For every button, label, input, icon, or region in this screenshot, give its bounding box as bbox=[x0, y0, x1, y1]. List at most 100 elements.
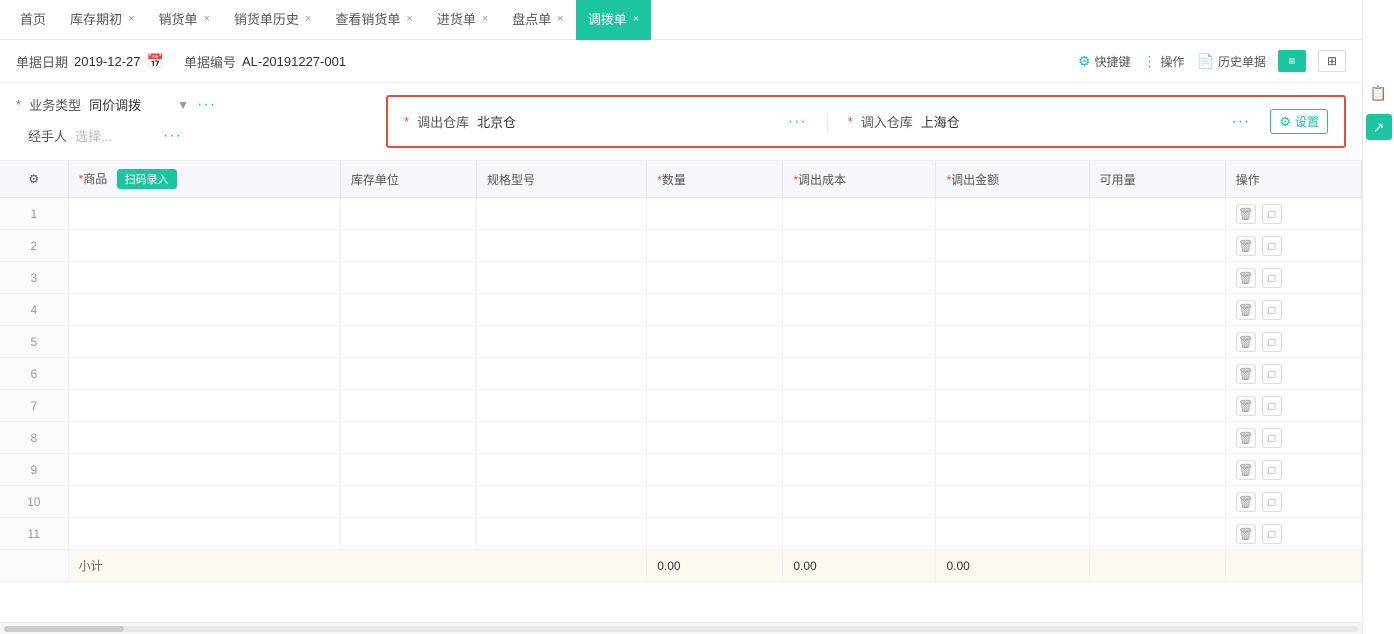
tab-purchase-close[interactable]: × bbox=[482, 13, 488, 25]
row-amount-cell[interactable] bbox=[936, 326, 1089, 358]
row-cost-cell[interactable] bbox=[783, 262, 936, 294]
row-amount-cell[interactable] bbox=[936, 230, 1089, 262]
table-row[interactable]: 11 🗑 □ bbox=[0, 518, 1362, 550]
handler-more-btn[interactable]: ··· bbox=[163, 127, 182, 145]
row-delete-btn[interactable]: 🗑 bbox=[1236, 492, 1256, 512]
scroll-track[interactable] bbox=[4, 626, 1358, 632]
row-available-cell[interactable] bbox=[1089, 454, 1225, 486]
row-spec-cell[interactable] bbox=[477, 454, 647, 486]
row-copy-btn[interactable]: □ bbox=[1262, 236, 1282, 256]
row-product-cell[interactable] bbox=[68, 486, 340, 518]
tab-sales-order-close[interactable]: × bbox=[203, 13, 209, 25]
layout-btn-2[interactable]: ⊞ bbox=[1318, 50, 1346, 72]
row-unit-cell[interactable] bbox=[340, 326, 476, 358]
tab-view-sales-close[interactable]: × bbox=[406, 13, 412, 25]
row-delete-btn[interactable]: 🗑 bbox=[1236, 428, 1256, 448]
row-product-cell[interactable] bbox=[68, 358, 340, 390]
row-spec-cell[interactable] bbox=[477, 390, 647, 422]
row-copy-btn[interactable]: □ bbox=[1262, 396, 1282, 416]
row-qty-cell[interactable] bbox=[647, 390, 783, 422]
row-product-cell[interactable] bbox=[68, 422, 340, 454]
row-spec-cell[interactable] bbox=[477, 486, 647, 518]
row-qty-cell[interactable] bbox=[647, 422, 783, 454]
row-cost-cell[interactable] bbox=[783, 518, 936, 550]
row-unit-cell[interactable] bbox=[340, 422, 476, 454]
row-amount-cell[interactable] bbox=[936, 454, 1089, 486]
scroll-thumb[interactable] bbox=[4, 626, 124, 632]
row-cost-cell[interactable] bbox=[783, 358, 936, 390]
row-delete-btn[interactable]: 🗑 bbox=[1236, 236, 1256, 256]
row-available-cell[interactable] bbox=[1089, 198, 1225, 230]
row-delete-btn[interactable]: 🗑 bbox=[1236, 300, 1256, 320]
row-unit-cell[interactable] bbox=[340, 262, 476, 294]
row-amount-cell[interactable] bbox=[936, 294, 1089, 326]
row-qty-cell[interactable] bbox=[647, 326, 783, 358]
row-delete-btn[interactable]: 🗑 bbox=[1236, 460, 1256, 480]
row-available-cell[interactable] bbox=[1089, 390, 1225, 422]
business-type-value[interactable]: 同价调拨 bbox=[89, 95, 169, 114]
row-spec-cell[interactable] bbox=[477, 230, 647, 262]
row-copy-btn[interactable]: □ bbox=[1262, 300, 1282, 320]
table-row[interactable]: 9 🗑 □ bbox=[0, 454, 1362, 486]
row-qty-cell[interactable] bbox=[647, 486, 783, 518]
warehouse-out-value[interactable]: 北京仓 bbox=[477, 112, 557, 131]
row-qty-cell[interactable] bbox=[647, 518, 783, 550]
row-qty-cell[interactable] bbox=[647, 230, 783, 262]
row-copy-btn[interactable]: □ bbox=[1262, 460, 1282, 480]
row-amount-cell[interactable] bbox=[936, 518, 1089, 550]
settings-button[interactable]: ⚙ 设置 bbox=[1270, 109, 1328, 134]
row-spec-cell[interactable] bbox=[477, 294, 647, 326]
row-delete-btn[interactable]: 🗑 bbox=[1236, 524, 1256, 544]
calendar-icon[interactable]: 📅 bbox=[147, 53, 164, 70]
row-delete-btn[interactable]: 🗑 bbox=[1236, 204, 1256, 224]
sidebar-notes-btn[interactable]: 📋 bbox=[1366, 80, 1392, 106]
table-row[interactable]: 1 🗑 □ bbox=[0, 198, 1362, 230]
row-cost-cell[interactable] bbox=[783, 486, 936, 518]
row-cost-cell[interactable] bbox=[783, 326, 936, 358]
business-type-dropdown-icon[interactable]: ▼ bbox=[177, 98, 189, 112]
row-qty-cell[interactable] bbox=[647, 294, 783, 326]
tab-sales-order[interactable]: 销货单 × bbox=[146, 0, 221, 40]
row-unit-cell[interactable] bbox=[340, 486, 476, 518]
row-amount-cell[interactable] bbox=[936, 262, 1089, 294]
tab-sales-history-close[interactable]: × bbox=[305, 13, 311, 25]
warehouse-in-value[interactable]: 上海仓 bbox=[921, 112, 1001, 131]
row-copy-btn[interactable]: □ bbox=[1262, 428, 1282, 448]
table-row[interactable]: 4 🗑 □ bbox=[0, 294, 1362, 326]
row-unit-cell[interactable] bbox=[340, 294, 476, 326]
row-available-cell[interactable] bbox=[1089, 518, 1225, 550]
row-amount-cell[interactable] bbox=[936, 486, 1089, 518]
row-available-cell[interactable] bbox=[1089, 326, 1225, 358]
row-copy-btn[interactable]: □ bbox=[1262, 492, 1282, 512]
row-unit-cell[interactable] bbox=[340, 454, 476, 486]
row-spec-cell[interactable] bbox=[477, 326, 647, 358]
tab-stocktake-close[interactable]: × bbox=[557, 13, 563, 25]
warehouse-out-more-btn[interactable]: ··· bbox=[788, 113, 807, 131]
row-copy-btn[interactable]: □ bbox=[1262, 524, 1282, 544]
tab-home[interactable]: 首页 bbox=[8, 0, 58, 40]
row-product-cell[interactable] bbox=[68, 518, 340, 550]
row-product-cell[interactable] bbox=[68, 294, 340, 326]
row-copy-btn[interactable]: □ bbox=[1262, 332, 1282, 352]
col-header-settings[interactable]: ⚙ bbox=[0, 161, 68, 198]
row-unit-cell[interactable] bbox=[340, 198, 476, 230]
row-product-cell[interactable] bbox=[68, 326, 340, 358]
table-row[interactable]: 10 🗑 □ bbox=[0, 486, 1362, 518]
row-spec-cell[interactable] bbox=[477, 262, 647, 294]
tab-inventory-init-close[interactable]: × bbox=[128, 13, 134, 25]
row-spec-cell[interactable] bbox=[477, 198, 647, 230]
row-product-cell[interactable] bbox=[68, 262, 340, 294]
row-delete-btn[interactable]: 🗑 bbox=[1236, 332, 1256, 352]
business-type-more-btn[interactable]: ··· bbox=[197, 96, 216, 114]
table-row[interactable]: 3 🗑 □ bbox=[0, 262, 1362, 294]
row-unit-cell[interactable] bbox=[340, 518, 476, 550]
row-spec-cell[interactable] bbox=[477, 358, 647, 390]
row-product-cell[interactable] bbox=[68, 454, 340, 486]
row-unit-cell[interactable] bbox=[340, 390, 476, 422]
table-settings-icon[interactable]: ⚙ bbox=[28, 172, 39, 186]
date-value[interactable]: 2019-12-27 bbox=[74, 54, 141, 69]
row-cost-cell[interactable] bbox=[783, 230, 936, 262]
table-row[interactable]: 7 🗑 □ bbox=[0, 390, 1362, 422]
row-product-cell[interactable] bbox=[68, 230, 340, 262]
row-copy-btn[interactable]: □ bbox=[1262, 364, 1282, 384]
